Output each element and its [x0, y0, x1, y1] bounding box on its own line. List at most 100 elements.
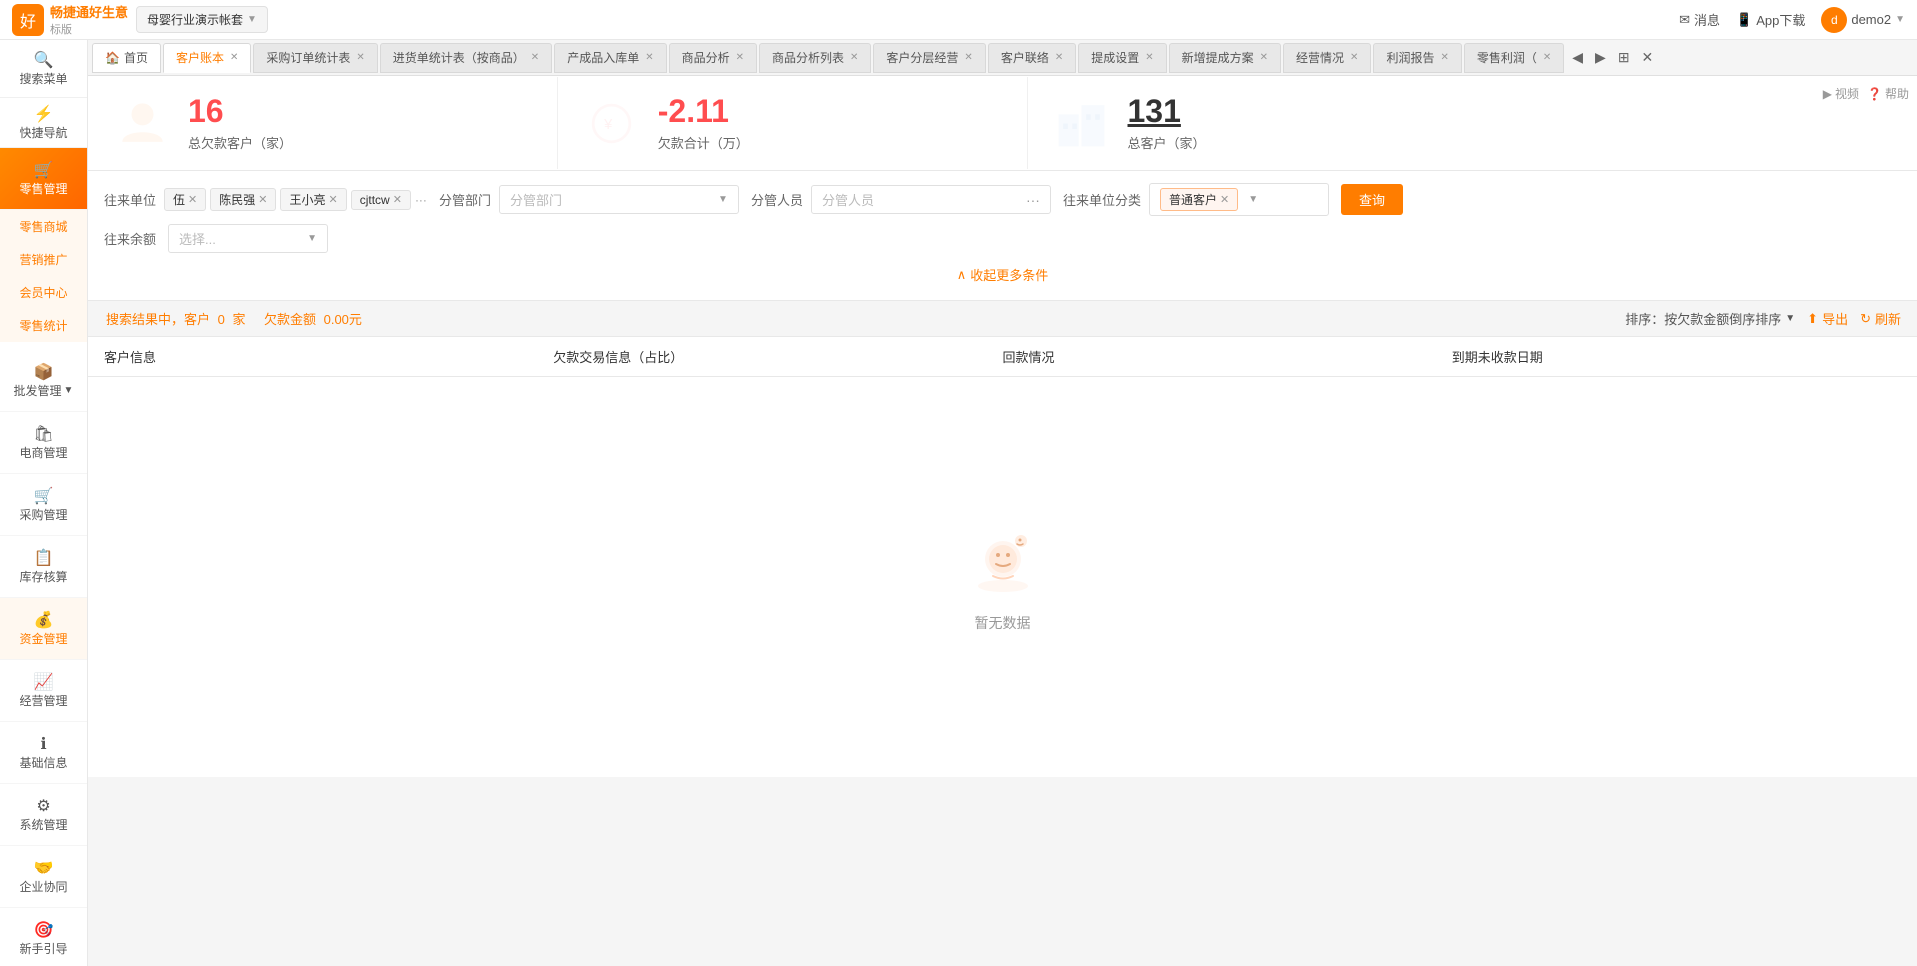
- tab-new-promotion-plan[interactable]: 新增提成方案 ✕: [1169, 43, 1281, 73]
- tab-promotion-settings[interactable]: 提成设置 ✕: [1078, 43, 1166, 73]
- tab-home[interactable]: 🏠 首页: [92, 43, 161, 73]
- tab-business-status[interactable]: 经营情况 ✕: [1283, 43, 1371, 73]
- stat-help: ▶ 视频 ❓ 帮助: [1823, 85, 1909, 102]
- customer-icon: [112, 93, 172, 153]
- tab-product-analysis[interactable]: 商品分析 ✕: [669, 43, 757, 73]
- table-col-due-date: 到期未收款日期: [1452, 347, 1901, 366]
- collapse-button[interactable]: ∧ 收起更多条件: [104, 261, 1901, 288]
- tab-close-retail-profit[interactable]: ✕: [1543, 52, 1551, 63]
- tab-customer-contact[interactable]: 客户联络 ✕: [988, 43, 1076, 73]
- app-download-label: App下载: [1756, 10, 1805, 29]
- tab-scroll-right-btn[interactable]: ▶: [1589, 45, 1612, 70]
- person-select-dots-icon: ···: [1026, 192, 1040, 208]
- sidebar-item-zero-retail[interactable]: 🛒 零售管理: [0, 148, 87, 210]
- tab-retail-profit[interactable]: 零售利润（ ✕: [1464, 43, 1564, 73]
- tab-new-promotion-plan-label: 新增提成方案: [1182, 49, 1254, 66]
- total-customers-number: 131: [1128, 95, 1206, 127]
- refresh-button[interactable]: ↻ 刷新: [1860, 309, 1901, 328]
- sidebar-item-batch[interactable]: 📦 批发管理 ▼: [0, 350, 87, 412]
- debt-amount-number: -2.11: [658, 95, 749, 127]
- tab-customer-ledger-label: 客户账本: [176, 49, 224, 66]
- sidebar: 🔍 搜索菜单 ⚡ 快捷导航 🛒 零售管理 零售商城 营销推广 会员中心 零售统计…: [0, 40, 88, 966]
- tab-close-purchase-order[interactable]: ✕: [356, 52, 364, 63]
- messages-btn[interactable]: ✉ 消息: [1679, 10, 1720, 29]
- tab-scroll-left-btn[interactable]: ◀: [1566, 45, 1589, 70]
- unit-tag-3-close[interactable]: ✕: [329, 193, 338, 206]
- tab-purchase-order-label: 采购订单统计表: [266, 49, 350, 66]
- tab-product-analysis-list[interactable]: 商品分析列表 ✕: [759, 43, 871, 73]
- query-button-label: 查询: [1359, 193, 1385, 208]
- refresh-label: 刷新: [1875, 309, 1901, 328]
- tab-close-customer-ledger[interactable]: ✕: [230, 52, 238, 63]
- store-selector[interactable]: 母婴行业演示帐套 ▼: [136, 6, 268, 33]
- avatar: d: [1821, 7, 1847, 33]
- unit-tag-4-close[interactable]: ✕: [393, 193, 402, 206]
- sidebar-item-enterprise[interactable]: 🤝 企业协同: [0, 846, 87, 908]
- video-help-btn[interactable]: ▶ 视频: [1823, 85, 1859, 102]
- tab-purchase-order-stats[interactable]: 采购订单统计表 ✕: [253, 43, 377, 73]
- result-info: 搜索结果中，客户 0 家 欠款金额 0.00元: [104, 309, 364, 328]
- sidebar-item-basic-info[interactable]: ℹ 基础信息: [0, 722, 87, 784]
- app-download-btn[interactable]: 📱 App下载: [1736, 10, 1805, 29]
- tab-close-business-status[interactable]: ✕: [1350, 52, 1358, 63]
- export-button[interactable]: ⬆ 导出: [1807, 309, 1848, 328]
- category-select[interactable]: 普通客户 ✕ ▼: [1149, 183, 1329, 216]
- tab-purchase-stats-by-product[interactable]: 进货单统计表（按商品） ✕: [380, 43, 552, 73]
- filter-more-btn[interactable]: ···: [415, 193, 427, 207]
- empty-state-text: 暂无数据: [975, 613, 1031, 633]
- tab-close-profit-report[interactable]: ✕: [1440, 52, 1448, 63]
- tab-close-product-in-storage[interactable]: ✕: [645, 52, 653, 63]
- tab-home-label: 首页: [124, 49, 148, 66]
- sidebar-item-finance[interactable]: 💰 资金管理: [0, 598, 87, 660]
- sidebar-item-member[interactable]: 会员中心: [0, 276, 87, 309]
- tab-close-purchase-stats[interactable]: ✕: [531, 52, 539, 63]
- unit-tag-1-close[interactable]: ✕: [188, 193, 197, 206]
- sidebar-item-inventory[interactable]: 📋 库存核算: [0, 536, 87, 598]
- purchase-label: 采购管理: [4, 506, 83, 523]
- tab-customer-ledger[interactable]: 客户账本 ✕: [163, 43, 251, 73]
- tab-business-status-label: 经营情况: [1296, 49, 1344, 66]
- unit-tag-2-close[interactable]: ✕: [258, 193, 267, 206]
- table-body: 暂无数据: [88, 377, 1917, 777]
- sidebar-item-new-user[interactable]: 🎯 新手引导: [0, 908, 87, 966]
- tab-close-customer-segment[interactable]: ✕: [964, 52, 972, 63]
- sidebar-item-purchase[interactable]: 🛒 采购管理: [0, 474, 87, 536]
- tab-product-in-storage[interactable]: 产成品入库单 ✕: [554, 43, 666, 73]
- sidebar-search-label: 搜索菜单: [8, 70, 79, 87]
- sidebar-item-retail-stats[interactable]: 零售统计: [0, 309, 87, 342]
- result-sort[interactable]: 排序：按欠款金额倒序排序 ▼: [1625, 309, 1795, 328]
- top-bar: 好 畅捷通好生意 标版 母婴行业演示帐套 ▼ ✉ 消息 📱 App下载 d de…: [0, 0, 1917, 40]
- help-label: 帮助: [1885, 85, 1909, 102]
- purchase-icon: 🛒: [4, 486, 83, 506]
- person-select[interactable]: 分管人员 ···: [811, 185, 1051, 214]
- person-filter: 分管人员 分管人员 ···: [751, 185, 1051, 214]
- page-content: 16 总欠款客户（家） ¥ -2.11 欠款合计（万）: [88, 76, 1917, 966]
- tab-close-product-analysis-list[interactable]: ✕: [850, 52, 858, 63]
- ecommerce-icon: 🛍: [4, 424, 83, 444]
- tab-close-promotion-settings[interactable]: ✕: [1145, 52, 1153, 63]
- tab-close-new-promotion-plan[interactable]: ✕: [1260, 52, 1268, 63]
- category-tag-close[interactable]: ✕: [1220, 193, 1229, 206]
- help-btn[interactable]: ❓ 帮助: [1867, 85, 1909, 102]
- tab-menu-btn[interactable]: ⊞: [1612, 45, 1636, 70]
- sidebar-item-quick-nav[interactable]: ⚡ 快捷导航: [0, 98, 87, 148]
- sidebar-item-ecommerce[interactable]: 🛍 电商管理: [0, 412, 87, 474]
- sidebar-item-search[interactable]: 🔍 搜索菜单: [0, 40, 87, 98]
- sidebar-item-operations[interactable]: 📈 经营管理: [0, 660, 87, 722]
- dept-select[interactable]: 分管部门 ▼: [499, 185, 739, 214]
- tab-customer-segment[interactable]: 客户分层经营 ✕: [873, 43, 985, 73]
- ecommerce-label: 电商管理: [4, 444, 83, 461]
- balance-select[interactable]: 选择... ▼: [168, 224, 328, 253]
- tab-close-product-analysis[interactable]: ✕: [736, 52, 744, 63]
- sidebar-item-zero-mall[interactable]: 零售商城: [0, 210, 87, 243]
- sidebar-item-sys-mgmt[interactable]: ⚙ 系统管理: [0, 784, 87, 846]
- tab-close-customer-contact[interactable]: ✕: [1055, 52, 1063, 63]
- table-col-payment-status: 回款情况: [1003, 347, 1452, 366]
- stat-block-debt-customers: 16 总欠款客户（家）: [88, 77, 558, 169]
- user-menu[interactable]: d demo2 ▼: [1821, 7, 1905, 33]
- tab-close-all-btn[interactable]: ✕: [1636, 45, 1660, 70]
- sidebar-item-marketing[interactable]: 营销推广: [0, 243, 87, 276]
- tab-profit-report[interactable]: 利润报告 ✕: [1373, 43, 1461, 73]
- tab-product-in-storage-label: 产成品入库单: [567, 49, 639, 66]
- query-button[interactable]: 查询: [1341, 184, 1403, 215]
